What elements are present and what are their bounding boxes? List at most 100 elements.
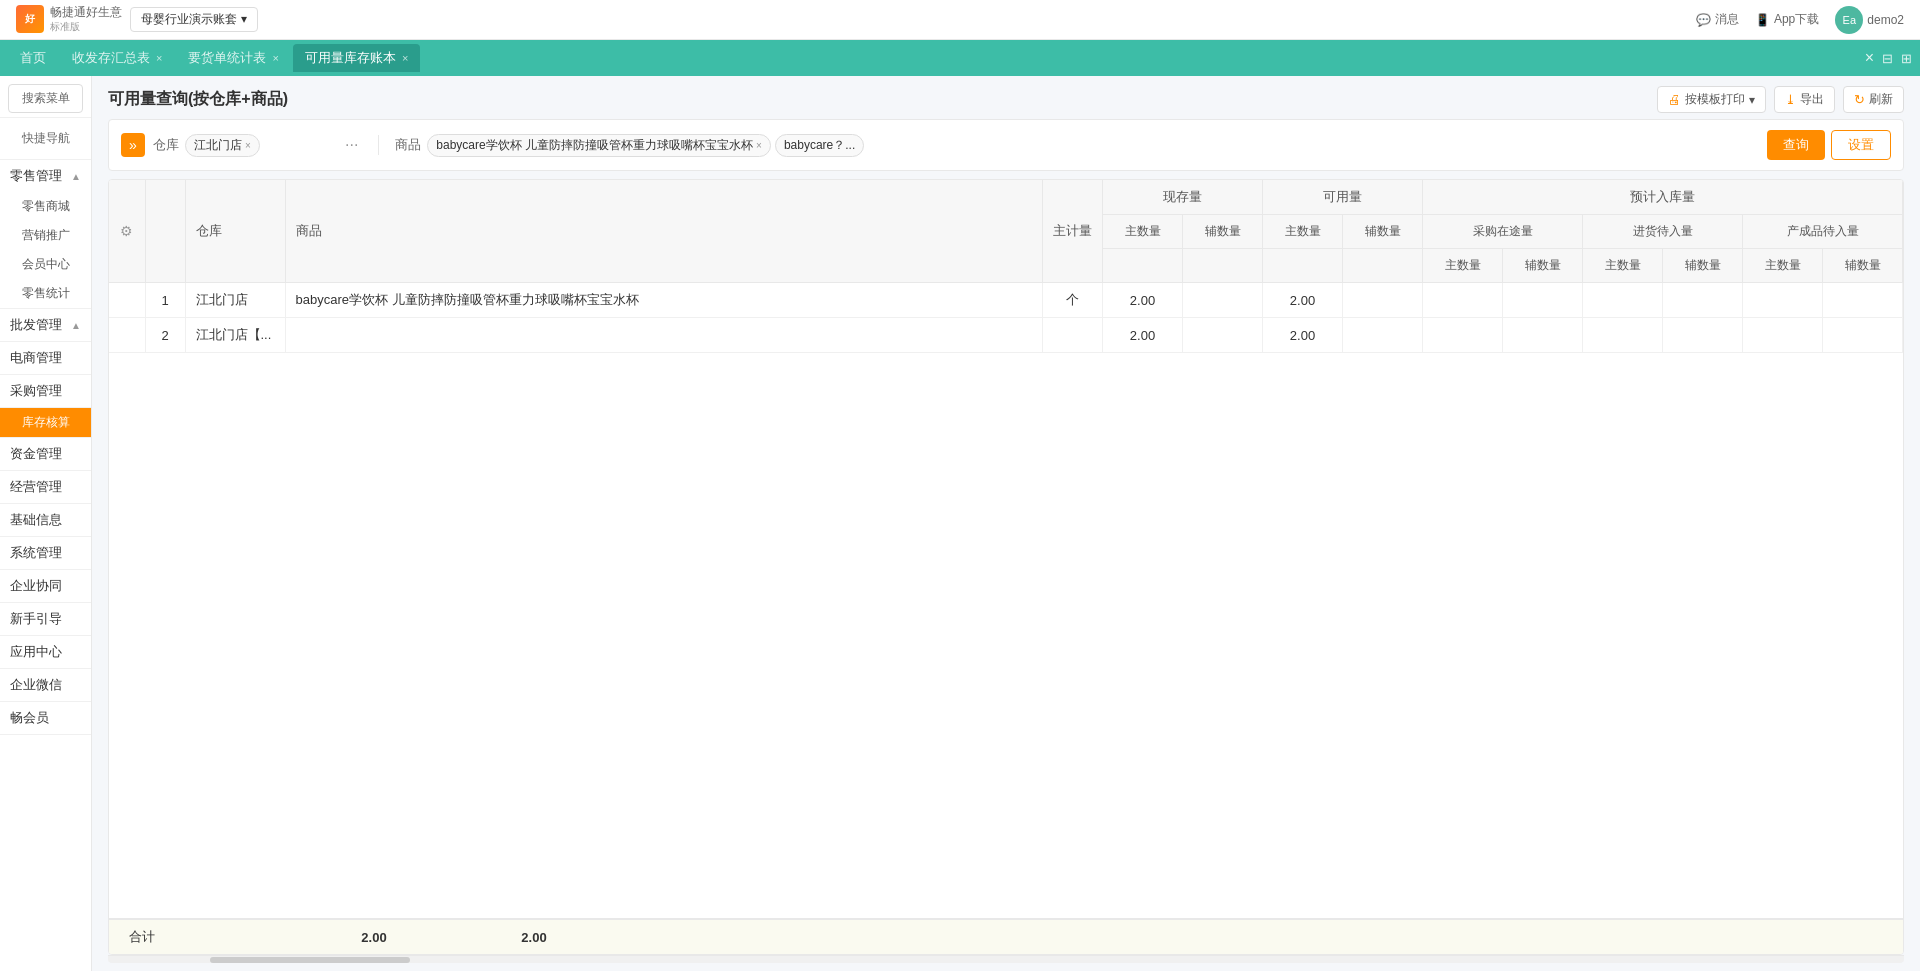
top-bar-right: 💬 消息 📱 App下载 Ea demo2 [1696, 6, 1904, 34]
sidebar-section-system-header[interactable]: 系统管理 [0, 537, 91, 569]
sidebar-section-enterprise-header[interactable]: 企业协同 [0, 570, 91, 602]
scroll-indicator [108, 955, 1904, 963]
sidebar-guide-label: 新手引导 [10, 610, 62, 628]
app-download-btn[interactable]: 📱 App下载 [1755, 11, 1819, 28]
sidebar-section-system: 系统管理 [0, 537, 91, 570]
table-settings-icon[interactable]: ⚙ [120, 223, 133, 239]
th-purchase-aux: 辅数量 [1503, 249, 1583, 283]
tab-orders-close[interactable]: × [272, 52, 278, 64]
sidebar-search-area: 搜索菜单 [0, 76, 91, 118]
industry-selector[interactable]: 母婴行业演示账套 ▾ [130, 7, 258, 32]
th-available-main: 主数量 [1263, 215, 1343, 249]
sidebar-section-guide-header[interactable]: 新手引导 [0, 603, 91, 635]
filter-actions: 查询 设置 [1767, 130, 1891, 160]
sidebar-item-inventory[interactable]: 库存核算 [0, 408, 91, 437]
th-product: 商品 [285, 180, 1043, 283]
tab-receipts-close[interactable]: × [156, 52, 162, 64]
tab-available[interactable]: 可用量库存账本 × [293, 44, 420, 72]
warehouse-tag[interactable]: 江北门店 × [185, 134, 260, 157]
sidebar-retail-chevron: ▲ [71, 171, 81, 182]
query-button[interactable]: 查询 [1767, 130, 1825, 160]
th-planned-group: 预计入库量 [1423, 180, 1903, 215]
th-goods-main: 主数量 [1583, 249, 1663, 283]
sidebar-item-marketing[interactable]: 营销推广 [0, 221, 91, 250]
sidebar-section-finance: 资金管理 [0, 438, 91, 471]
sidebar-shortcut-nav[interactable]: 快捷导航 [0, 124, 91, 153]
sidebar-section-wecom-header[interactable]: 企业微信 [0, 669, 91, 701]
settings-button[interactable]: 设置 [1831, 130, 1891, 160]
logo-title: 畅捷通好生意 [50, 5, 122, 19]
product-tag-1[interactable]: babycare学饮杯 儿童防摔防撞吸管杯重力球吸嘴杯宝宝水杯 × [427, 134, 771, 157]
minimize-tab-btn[interactable]: ⊟ [1882, 51, 1893, 66]
export-icon: ⤓ [1785, 92, 1796, 107]
sidebar-item-retail-shop[interactable]: 零售商城 [0, 192, 91, 221]
sidebar-section-operations-header[interactable]: 经营管理 [0, 471, 91, 503]
th-goods-pending: 进货待入量 [1583, 215, 1743, 249]
tab-receipts[interactable]: 收发存汇总表 × [60, 44, 174, 72]
row-goods-aux [1663, 283, 1743, 318]
filter-toggle-icon: » [129, 137, 137, 153]
sidebar-section-basic-header[interactable]: 基础信息 [0, 504, 91, 536]
user-area[interactable]: Ea demo2 [1835, 6, 1904, 34]
product-tag-2-text: babycare？... [784, 137, 855, 154]
sidebar-ecommerce-label: 电商管理 [10, 349, 62, 367]
th-available-aux: 辅数量 [1343, 215, 1423, 249]
row-available-aux [1343, 318, 1423, 353]
row-products-main [1743, 318, 1823, 353]
tab-available-close[interactable]: × [402, 52, 408, 64]
top-bar: 好 畅捷通好生意 标准版 母婴行业演示账套 ▾ 💬 消息 📱 App下载 Ea … [0, 0, 1920, 40]
close-tab-btn[interactable]: × [1865, 49, 1874, 67]
product-tag-2[interactable]: babycare？... [775, 134, 864, 157]
print-icon: 🖨 [1668, 92, 1681, 107]
sidebar-section-appcenter-header[interactable]: 应用中心 [0, 636, 91, 668]
sidebar-section-retail-header[interactable]: 零售管理 ▲ [0, 160, 91, 192]
tab-orders-label: 要货单统计表 [188, 49, 266, 67]
message-btn[interactable]: 💬 消息 [1696, 11, 1739, 28]
row-available-main: 2.00 [1263, 318, 1343, 353]
sidebar-section-operations: 经营管理 [0, 471, 91, 504]
filter-divider [378, 135, 379, 155]
sidebar-nav: 快捷导航 [0, 118, 91, 160]
sidebar-section-purchase-header[interactable]: 采购管理 [0, 375, 91, 407]
print-label: 按模板打印 [1685, 91, 1745, 108]
product-tag-1-close[interactable]: × [756, 140, 762, 151]
sidebar-section-ecommerce-header[interactable]: 电商管理 [0, 342, 91, 374]
print-chevron: ▾ [1749, 93, 1755, 107]
row-stock-main: 2.00 [1103, 283, 1183, 318]
row-goods-main [1583, 283, 1663, 318]
sidebar-item-members[interactable]: 会员中心 [0, 250, 91, 279]
sidebar-wholesale-chevron: ▲ [71, 320, 81, 331]
message-label: 消息 [1715, 11, 1739, 28]
sidebar-member-label: 畅会员 [10, 709, 49, 727]
export-btn[interactable]: ⤓ 导出 [1774, 86, 1835, 113]
content-area: 可用量查询(按仓库+商品) 🖨 按模板打印 ▾ ⤓ 导出 ↻ 刷新 [92, 76, 1920, 971]
th-warehouse: 仓库 [185, 180, 285, 283]
th-products-aux: 辅数量 [1823, 249, 1903, 283]
sidebar-section-guide: 新手引导 [0, 603, 91, 636]
warehouse-tag-text: 江北门店 [194, 137, 242, 154]
search-menu-button[interactable]: 搜索菜单 [8, 84, 83, 113]
tab-home[interactable]: 首页 [8, 44, 58, 72]
tab-orders[interactable]: 要货单统计表 × [176, 44, 290, 72]
sidebar-section-wholesale-header[interactable]: 批发管理 ▲ [0, 309, 91, 341]
warehouse-tag-close[interactable]: × [245, 140, 251, 151]
sidebar-section-member-header[interactable]: 畅会员 [0, 702, 91, 734]
footer-available-total: 2.00 [494, 930, 574, 945]
product-tag-1-text: babycare学饮杯 儿童防摔防撞吸管杯重力球吸嘴杯宝宝水杯 [436, 137, 753, 154]
sidebar-wecom-label: 企业微信 [10, 676, 62, 694]
maximize-tab-btn[interactable]: ⊞ [1901, 51, 1912, 66]
th-stock-main: 主数量 [1103, 215, 1183, 249]
row-product: babycare学饮杯 儿童防摔防撞吸管杯重力球吸嘴杯宝宝水杯 [285, 283, 1043, 318]
warehouse-tag-area: 江北门店 × [185, 134, 335, 157]
refresh-btn[interactable]: ↻ 刷新 [1843, 86, 1904, 113]
print-btn[interactable]: 🖨 按模板打印 ▾ [1657, 86, 1766, 113]
row-purchase-main [1423, 283, 1503, 318]
sidebar-retail-label: 零售管理 [10, 167, 62, 185]
industry-label: 母婴行业演示账套 [141, 11, 237, 28]
sidebar-section-finance-header[interactable]: 资金管理 [0, 438, 91, 470]
sidebar-item-retail-stats[interactable]: 零售统计 [0, 279, 91, 308]
warehouse-more-dots[interactable]: ··· [341, 136, 362, 154]
filter-toggle-btn[interactable]: » [121, 133, 145, 157]
tab-receipts-label: 收发存汇总表 [72, 49, 150, 67]
scroll-thumb[interactable] [210, 957, 410, 963]
